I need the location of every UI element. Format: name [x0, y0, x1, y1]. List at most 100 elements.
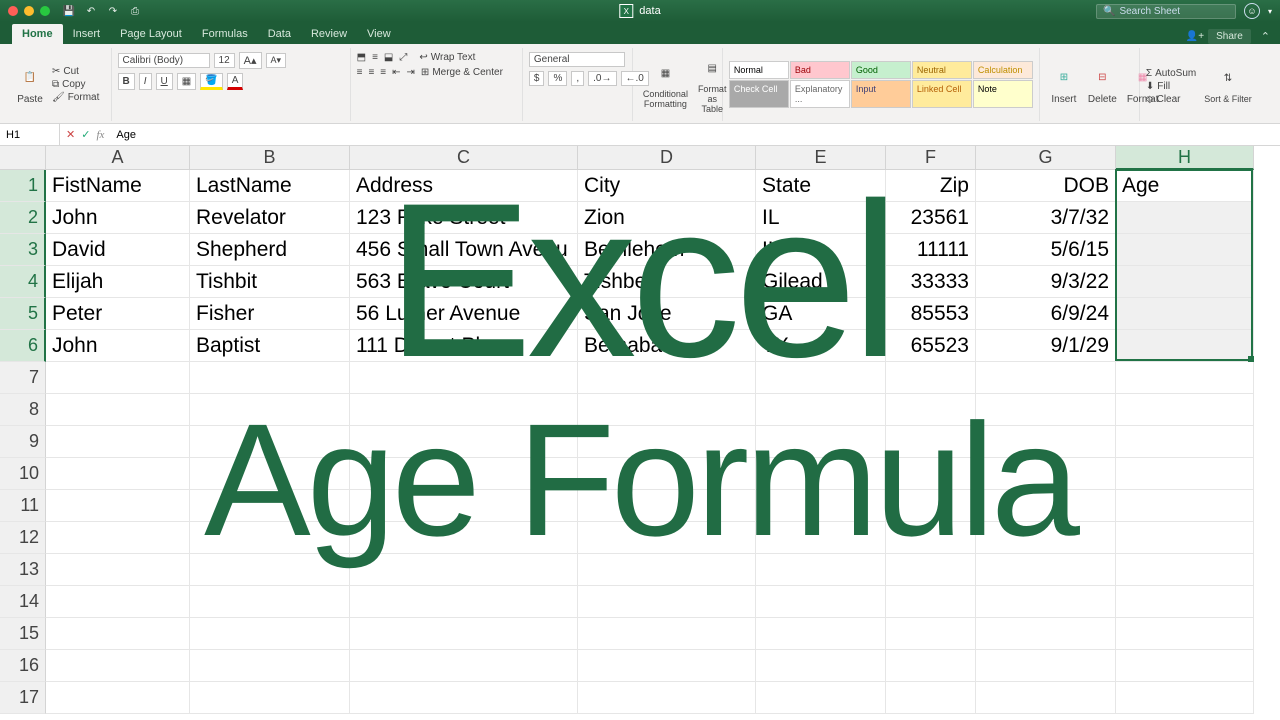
number-format-select[interactable]: General	[529, 52, 625, 67]
increase-font-button[interactable]: A▴	[239, 52, 262, 69]
copy-button[interactable]: ⧉Copy	[52, 79, 99, 90]
spreadsheet-grid[interactable]: ABCDEFGH 1FistNameLastNameAddressCitySta…	[0, 146, 1280, 720]
cell-A14[interactable]	[46, 586, 190, 618]
wrap-text-button[interactable]: ↩Wrap Text	[419, 52, 475, 63]
cell-B7[interactable]	[190, 362, 350, 394]
cell-style-linked-cell[interactable]: Linked Cell	[912, 80, 972, 108]
cell-B2[interactable]: Revelator	[190, 202, 350, 234]
delete-cells-button[interactable]: ⊟Delete	[1084, 62, 1121, 107]
cell-D16[interactable]	[578, 650, 756, 682]
sort-filter-button[interactable]: ⇅Sort & Filter	[1200, 62, 1256, 106]
cell-B1[interactable]: LastName	[190, 170, 350, 202]
share-button[interactable]: Share	[1208, 29, 1251, 44]
cell-A11[interactable]	[46, 490, 190, 522]
orientation-button[interactable]: ⤢	[399, 52, 407, 63]
cell-B9[interactable]	[190, 426, 350, 458]
cell-H3[interactable]	[1116, 234, 1254, 266]
paste-button[interactable]: 📋 Paste	[12, 62, 48, 107]
column-header-E[interactable]: E	[756, 146, 886, 170]
cell-H10[interactable]	[1116, 458, 1254, 490]
format-painter-button[interactable]: 🖌Format	[52, 92, 99, 103]
row-header-3[interactable]: 3	[0, 234, 46, 266]
tab-page-layout[interactable]: Page Layout	[110, 24, 192, 44]
redo-icon[interactable]: ↷	[106, 4, 120, 18]
cell-D6[interactable]: Bethabara	[578, 330, 756, 362]
currency-button[interactable]: $	[529, 71, 545, 86]
column-header-D[interactable]: D	[578, 146, 756, 170]
row-header-2[interactable]: 2	[0, 202, 46, 234]
cell-C1[interactable]: Address	[350, 170, 578, 202]
row-header-13[interactable]: 13	[0, 554, 46, 586]
cell-F10[interactable]	[886, 458, 976, 490]
cell-A7[interactable]	[46, 362, 190, 394]
cell-C12[interactable]	[350, 522, 578, 554]
row-header-17[interactable]: 17	[0, 682, 46, 714]
cell-B5[interactable]: Fisher	[190, 298, 350, 330]
cell-B16[interactable]	[190, 650, 350, 682]
cell-A13[interactable]	[46, 554, 190, 586]
fill-color-button[interactable]: 🪣	[200, 73, 222, 90]
cell-style-note[interactable]: Note	[973, 80, 1033, 108]
indent-increase-button[interactable]: ⇥	[407, 67, 415, 78]
column-header-F[interactable]: F	[886, 146, 976, 170]
cell-D14[interactable]	[578, 586, 756, 618]
cell-D11[interactable]	[578, 490, 756, 522]
cell-D10[interactable]	[578, 458, 756, 490]
cell-E15[interactable]	[756, 618, 886, 650]
cell-B13[interactable]	[190, 554, 350, 586]
cell-F17[interactable]	[886, 682, 976, 714]
cell-H8[interactable]	[1116, 394, 1254, 426]
row-header-16[interactable]: 16	[0, 650, 46, 682]
name-box[interactable]: H1	[0, 124, 60, 145]
row-header-12[interactable]: 12	[0, 522, 46, 554]
feedback-icon[interactable]: ☺	[1244, 3, 1260, 19]
column-header-G[interactable]: G	[976, 146, 1116, 170]
cell-A3[interactable]: David	[46, 234, 190, 266]
row-header-4[interactable]: 4	[0, 266, 46, 298]
decrease-font-button[interactable]: A▾	[266, 53, 287, 68]
cell-D1[interactable]: City	[578, 170, 756, 202]
cell-E14[interactable]	[756, 586, 886, 618]
cell-style-input[interactable]: Input	[851, 80, 911, 108]
cell-H5[interactable]	[1116, 298, 1254, 330]
cell-E12[interactable]	[756, 522, 886, 554]
cell-C16[interactable]	[350, 650, 578, 682]
cell-D13[interactable]	[578, 554, 756, 586]
cell-G12[interactable]	[976, 522, 1116, 554]
cell-B15[interactable]	[190, 618, 350, 650]
cell-H2[interactable]	[1116, 202, 1254, 234]
row-header-8[interactable]: 8	[0, 394, 46, 426]
cell-C4[interactable]: 563 Brave Court	[350, 266, 578, 298]
align-middle-button[interactable]: ≡	[372, 52, 378, 63]
cell-H12[interactable]	[1116, 522, 1254, 554]
cell-A4[interactable]: Elijah	[46, 266, 190, 298]
tab-review[interactable]: Review	[301, 24, 357, 44]
minimize-window-icon[interactable]	[24, 6, 34, 16]
cell-E13[interactable]	[756, 554, 886, 586]
cell-F16[interactable]	[886, 650, 976, 682]
cell-A5[interactable]: Peter	[46, 298, 190, 330]
align-center-button[interactable]: ≡	[368, 67, 374, 78]
tab-insert[interactable]: Insert	[63, 24, 111, 44]
cell-E16[interactable]	[756, 650, 886, 682]
cell-B11[interactable]	[190, 490, 350, 522]
cell-B4[interactable]: Tishbit	[190, 266, 350, 298]
cell-F4[interactable]: 33333	[886, 266, 976, 298]
cell-A9[interactable]	[46, 426, 190, 458]
row-header-5[interactable]: 5	[0, 298, 46, 330]
cell-style-check-cell[interactable]: Check Cell	[729, 80, 789, 108]
cell-G2[interactable]: 3/7/32	[976, 202, 1116, 234]
cell-G9[interactable]	[976, 426, 1116, 458]
bold-button[interactable]: B	[118, 73, 135, 90]
cell-D4[interactable]: Tishbe	[578, 266, 756, 298]
cell-E3[interactable]: IL	[756, 234, 886, 266]
cell-D5[interactable]: San Jose	[578, 298, 756, 330]
cell-A1[interactable]: FistName	[46, 170, 190, 202]
cell-C3[interactable]: 456 Small Town Avenu	[350, 234, 578, 266]
cell-D8[interactable]	[578, 394, 756, 426]
font-name-select[interactable]: Calibri (Body)	[118, 53, 210, 68]
cell-E7[interactable]	[756, 362, 886, 394]
row-header-15[interactable]: 15	[0, 618, 46, 650]
cell-G8[interactable]	[976, 394, 1116, 426]
cell-G10[interactable]	[976, 458, 1116, 490]
